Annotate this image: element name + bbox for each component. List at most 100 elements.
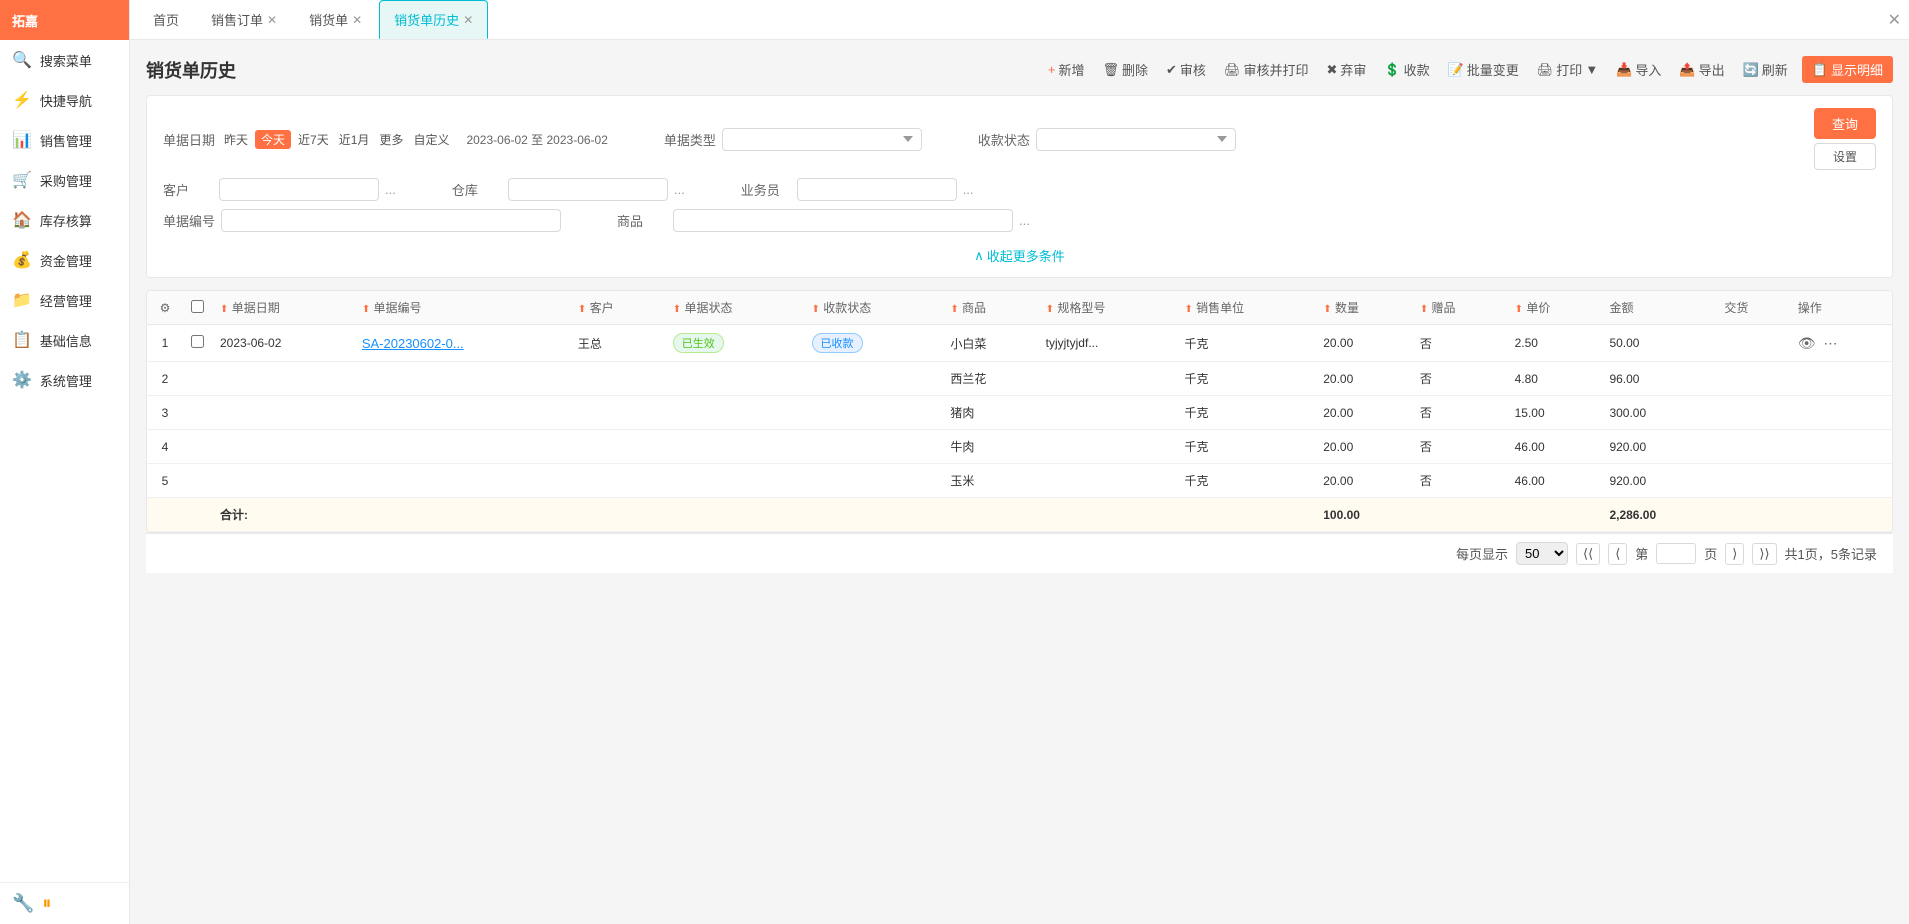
col-unit[interactable]: ⬆ 销售单位 (1176, 291, 1315, 325)
sidebar-item-system-mgmt[interactable]: ⚙️ 系统管理 (0, 360, 129, 400)
col-doc-date[interactable]: ⬆ 单据日期 (212, 291, 354, 325)
col-checkbox[interactable] (183, 291, 212, 325)
show-detail-button[interactable]: 📋 显示明细 (1802, 56, 1893, 83)
close-tab-sales-order[interactable]: ✕ (267, 13, 277, 27)
query-button[interactable]: 查询 (1814, 108, 1876, 139)
add-button[interactable]: + 新增 (1044, 58, 1089, 81)
customer-picker[interactable]: ... (385, 182, 396, 197)
date-shortcut-more[interactable]: 更多 (376, 130, 406, 149)
date-shortcut-custom[interactable]: 自定义 (410, 130, 452, 149)
date-shortcut-today[interactable]: 今天 (255, 130, 291, 149)
filter-doc-type: 单据类型 (664, 128, 922, 151)
close-tab-sales-delivery[interactable]: ✕ (352, 13, 362, 27)
col-amount[interactable]: 金额 (1601, 291, 1716, 325)
pause-icon[interactable]: ⏸ (42, 893, 51, 914)
sidebar-item-basic-info[interactable]: 📋 基础信息 (0, 320, 129, 360)
collect-icon: 💲 (1384, 62, 1400, 78)
date-shortcut-7days[interactable]: 近7天 (295, 130, 332, 149)
warehouse-input[interactable] (508, 178, 668, 201)
review-print-button[interactable]: 🖨 审核并打印 (1220, 58, 1313, 81)
col-payment-status[interactable]: ⬆ 收款状态 (804, 291, 943, 325)
row-doc-no[interactable]: SA-20230602-0... (354, 325, 570, 362)
date-range-value: 2023-06-02 至 2023-06-02 (466, 131, 607, 148)
import-button[interactable]: 📥 导入 (1612, 58, 1665, 81)
sidebar-item-quick-nav[interactable]: ⚡ 快捷导航 (0, 80, 129, 120)
row-goods: 猪肉 (942, 396, 1037, 430)
warehouse-picker[interactable]: ... (674, 182, 685, 197)
next-page-button[interactable]: ⟩ (1725, 543, 1744, 565)
doc-icon: 📋 (12, 330, 32, 350)
collapse-filter-button[interactable]: ∧ 收起更多条件 (163, 240, 1876, 265)
col-qty[interactable]: ⬆ 数量 (1315, 291, 1412, 325)
more-icon[interactable]: ⋯ (1823, 335, 1837, 352)
page-input[interactable]: 1 (1656, 543, 1696, 564)
col-doc-status[interactable]: ⬆ 单据状态 (665, 291, 804, 325)
tab-bar-close-all[interactable]: ✕ (1888, 10, 1901, 30)
col-gift[interactable]: ⬆ 赠品 (1412, 291, 1507, 325)
col-goods[interactable]: ⬆ 商品 (942, 291, 1037, 325)
sidebar: 拓嘉 🔍 搜索菜单 ⚡ 快捷导航 📊 销售管理 🛒 采购管理 🏠 库存核算 💰 … (0, 0, 130, 924)
sidebar-item-label: 搜索菜单 (40, 51, 92, 70)
staff-picker[interactable]: ... (963, 182, 974, 197)
sidebar-logo: 拓嘉 (0, 0, 129, 40)
row-actions: 👁 ⋯ (1790, 325, 1892, 362)
col-spec[interactable]: ⬆ 规格型号 (1038, 291, 1177, 325)
row-seq: 4 (147, 430, 183, 464)
print-button[interactable]: 🖨 打印 ▼ (1533, 58, 1602, 81)
doc-no-input[interactable] (221, 209, 561, 232)
col-doc-no[interactable]: ⬆ 单据编号 (354, 291, 570, 325)
doc-type-select[interactable] (722, 128, 922, 151)
filter-settings-button[interactable]: 设置 (1814, 143, 1876, 170)
date-shortcut-yesterday[interactable]: 昨天 (221, 130, 251, 149)
date-shortcut-1month[interactable]: 近1月 (336, 130, 373, 149)
refresh-icon: 🔄 (1743, 62, 1759, 78)
pagination: 每页显示 50 100 200 ⟨⟨ ⟨ 第 1 页 ⟩ ⟩⟩ 共1页，5条记录 (146, 533, 1893, 573)
review-button[interactable]: ✔ 审核 (1162, 58, 1210, 81)
sidebar-item-purchase-mgmt[interactable]: 🛒 采购管理 (0, 160, 129, 200)
col-gear[interactable]: ⚙ (147, 291, 183, 325)
customer-input[interactable] (219, 178, 379, 201)
review-print-icon: 🖨 (1224, 62, 1241, 78)
col-actions: 操作 (1790, 291, 1892, 325)
prev-page-button[interactable]: ⟨ (1608, 543, 1627, 565)
filter-actions: 查询 设置 (1814, 108, 1876, 170)
export-button[interactable]: 📤 导出 (1675, 58, 1728, 81)
settings-icon[interactable]: 🔧 (12, 893, 34, 914)
col-unit-price[interactable]: ⬆ 单价 (1507, 291, 1602, 325)
view-icon[interactable]: 👁 (1798, 335, 1816, 352)
col-customer[interactable]: ⬆ 客户 (570, 291, 665, 325)
cart-icon: 🛒 (12, 170, 32, 190)
goods-picker[interactable]: ... (1019, 213, 1030, 228)
staff-input[interactable] (797, 178, 957, 201)
tab-home[interactable]: 首页 (138, 0, 194, 39)
date-label: 单据日期 (163, 130, 215, 149)
goods-input[interactable] (673, 209, 1013, 232)
delete-button[interactable]: 🗑 删除 (1098, 58, 1152, 81)
tab-sales-order[interactable]: 销售订单 ✕ (196, 0, 292, 39)
row-checkbox[interactable] (183, 325, 212, 362)
sidebar-item-inventory-calc[interactable]: 🏠 库存核算 (0, 200, 129, 240)
tab-sales-delivery[interactable]: 销货单 ✕ (294, 0, 377, 39)
sidebar-item-capital-mgmt[interactable]: 💰 资金管理 (0, 240, 129, 280)
tab-sales-history[interactable]: 销货单历史 ✕ (379, 0, 488, 39)
close-tab-sales-history[interactable]: ✕ (463, 13, 473, 27)
last-page-button[interactable]: ⟩⟩ (1752, 543, 1776, 565)
table-row: 3 猪肉 千克 20.00 否 15.00 300.00 (147, 396, 1892, 430)
col-trade[interactable]: 交货 (1716, 291, 1789, 325)
payment-status-select[interactable] (1036, 128, 1236, 151)
row-seq: 5 (147, 464, 183, 498)
refresh-button[interactable]: 🔄 刷新 (1739, 58, 1792, 81)
sidebar-item-search-menu[interactable]: 🔍 搜索菜单 (0, 40, 129, 80)
page-size-select[interactable]: 50 100 200 (1516, 542, 1568, 565)
first-page-button[interactable]: ⟨⟨ (1576, 543, 1600, 565)
collect-button[interactable]: 💲 收款 (1380, 58, 1433, 81)
total-qty: 100.00 (1315, 498, 1412, 532)
row-unit-price: 2.50 (1507, 325, 1602, 362)
detail-icon: 📋 (1812, 62, 1828, 78)
sidebar-item-operation-mgmt[interactable]: 📁 经营管理 (0, 280, 129, 320)
customer-label: 客户 (163, 180, 213, 199)
discard-button[interactable]: ✖ 弃审 (1322, 58, 1370, 81)
sidebar-item-sales-mgmt[interactable]: 📊 销售管理 (0, 120, 129, 160)
batch-change-button[interactable]: 📝 批量变更 (1444, 58, 1523, 81)
main-area: 首页 销售订单 ✕ 销货单 ✕ 销货单历史 ✕ ✕ 销货单历史 + 新增 (130, 0, 1909, 924)
